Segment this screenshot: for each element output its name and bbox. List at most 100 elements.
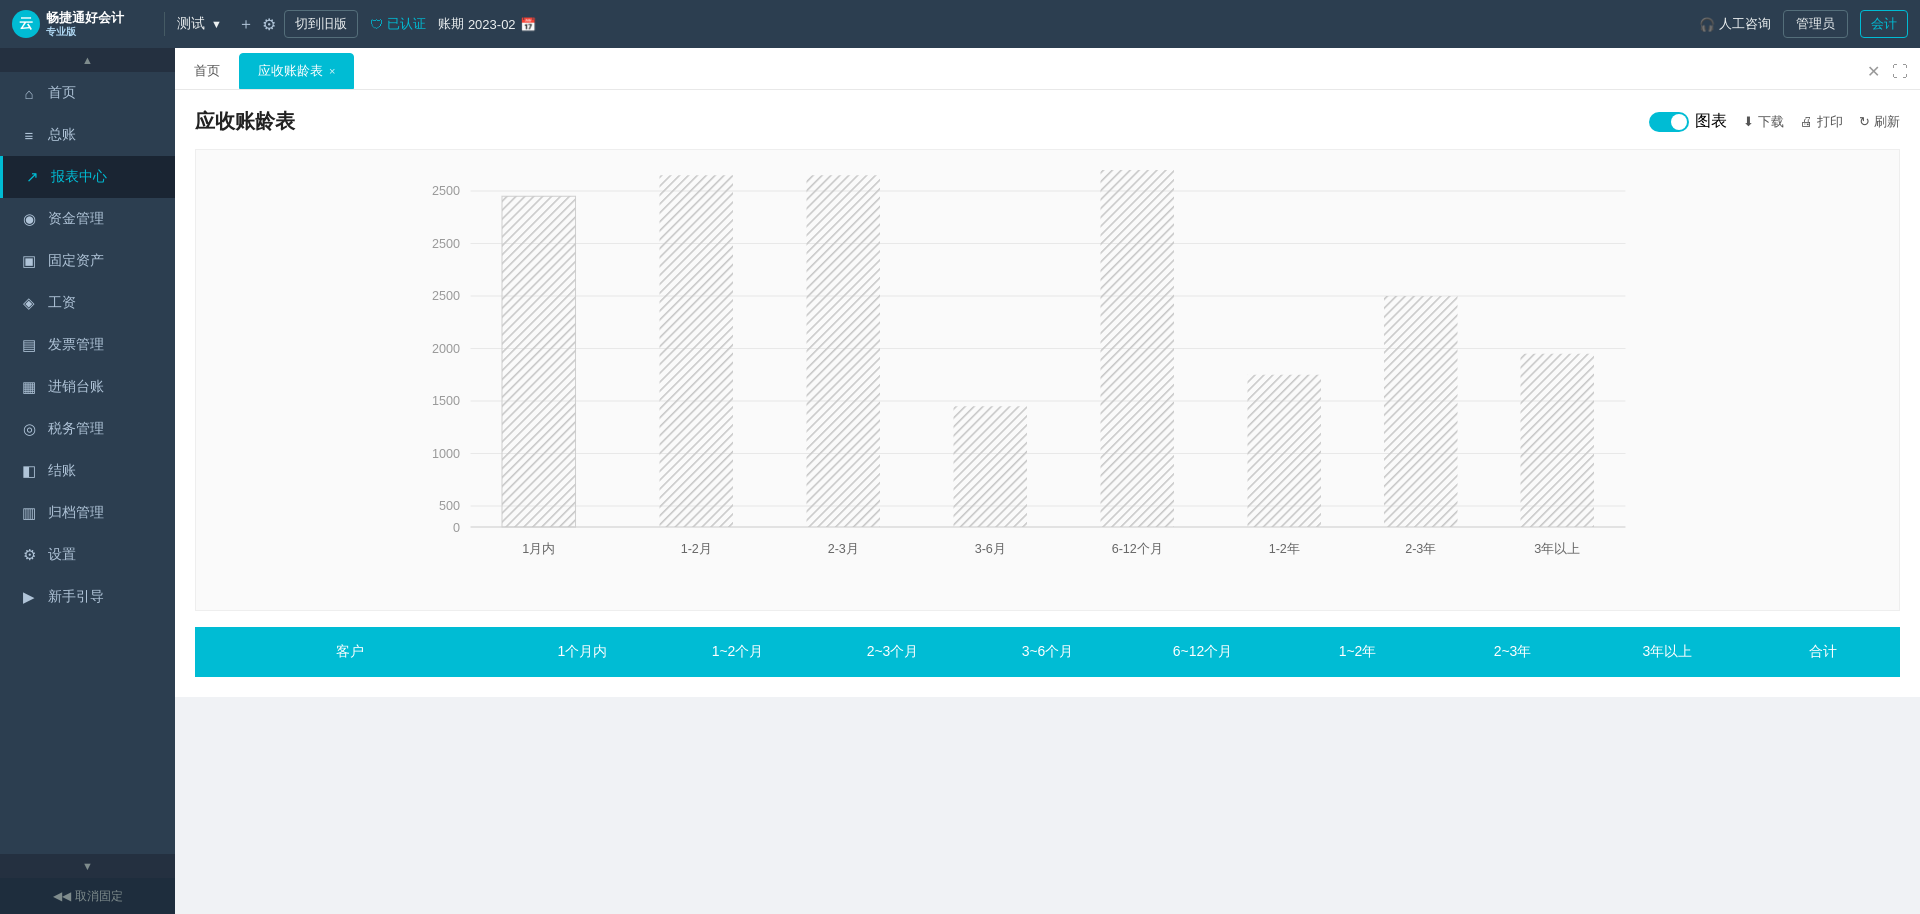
download-icon: ⬇: [1743, 114, 1754, 129]
tax-icon: ◎: [20, 420, 38, 438]
bar-chart: 2500 2500 2500 2000 1500 1000 500 0: [216, 170, 1859, 590]
refresh-button[interactable]: ↻ 刷新: [1859, 113, 1900, 131]
sidebar-item-reports[interactable]: ↗ 报表中心: [0, 156, 175, 198]
project-dropdown-icon: ▼: [211, 18, 222, 30]
download-button[interactable]: ⬇ 下载: [1743, 113, 1784, 131]
tab-receivable-aging[interactable]: 应收账龄表 ×: [239, 53, 354, 89]
sidebar-item-close[interactable]: ◧ 结账: [0, 450, 175, 492]
svg-text:500: 500: [439, 499, 460, 513]
print-label: 打印: [1817, 113, 1843, 131]
project-name: 测试: [177, 15, 205, 33]
download-label: 下载: [1758, 113, 1784, 131]
tab-bar-right: ✕ ⛶: [1863, 58, 1920, 89]
topbar-actions: ＋ ⚙ 切到旧版: [238, 10, 358, 38]
salary-icon: ◈: [20, 294, 38, 312]
sidebar-item-tax[interactable]: ◎ 税务管理: [0, 408, 175, 450]
table-header-2-3y: 2~3年: [1435, 627, 1590, 677]
tab-close-icon[interactable]: ×: [329, 65, 335, 77]
sidebar-item-archive-label: 归档管理: [48, 504, 104, 522]
settings-icon[interactable]: ⚙: [262, 15, 276, 34]
ledger-icon: ≡: [20, 127, 38, 144]
sidebar-item-assets[interactable]: ▣ 固定资产: [0, 240, 175, 282]
tab-home-label: 首页: [194, 62, 220, 80]
svg-text:3-6月: 3-6月: [975, 542, 1006, 556]
guide-icon: ▶: [20, 588, 38, 606]
settings-sidebar-icon: ⚙: [20, 546, 38, 564]
main-layout: ▲ ⌂ 首页 ≡ 总账 ↗ 报表中心 ◉ 资金管理 ▣ 固定资产: [0, 48, 1920, 914]
svg-text:3年以上: 3年以上: [1534, 542, 1580, 556]
period-value: 2023-02: [468, 17, 516, 32]
tab-home[interactable]: 首页: [175, 53, 239, 89]
sidebar-item-sales-label: 进销台账: [48, 378, 104, 396]
sidebar-scroll-down[interactable]: ▼: [0, 854, 175, 878]
sidebar-item-settings[interactable]: ⚙ 设置: [0, 534, 175, 576]
sidebar-item-finance[interactable]: ◉ 资金管理: [0, 198, 175, 240]
consult-button[interactable]: 🎧 人工咨询: [1699, 15, 1771, 33]
table-header-1m: 1个月内: [505, 627, 660, 677]
svg-text:6-12个月: 6-12个月: [1112, 542, 1163, 556]
refresh-label: 刷新: [1874, 113, 1900, 131]
table-header-6-12m: 6~12个月: [1125, 627, 1280, 677]
sidebar-scroll-up[interactable]: ▲: [0, 48, 175, 72]
sidebar-item-ledger[interactable]: ≡ 总账: [0, 114, 175, 156]
sidebar-pin-bar[interactable]: ◀◀ 取消固定: [0, 878, 175, 914]
add-button[interactable]: ＋: [238, 14, 254, 35]
sidebar-item-sales[interactable]: ▦ 进销台账: [0, 366, 175, 408]
pin-icon: ◀◀: [53, 889, 71, 903]
sales-icon: ▦: [20, 378, 38, 396]
table-header-1-2m: 1~2个月: [660, 627, 815, 677]
svg-text:2000: 2000: [432, 342, 460, 356]
svg-text:1-2年: 1-2年: [1269, 542, 1300, 556]
bar-7: [1384, 296, 1458, 527]
bar-4: [954, 406, 1028, 527]
report-title: 应收账龄表: [195, 108, 295, 135]
reports-icon: ↗: [23, 168, 41, 186]
certified-badge: 🛡 已认证: [370, 15, 426, 33]
chart-toggle-switch[interactable]: [1649, 112, 1689, 132]
sidebar-item-home[interactable]: ⌂ 首页: [0, 72, 175, 114]
invoice-icon: ▤: [20, 336, 38, 354]
sidebar-item-finance-label: 资金管理: [48, 210, 104, 228]
role-button[interactable]: 会计: [1860, 10, 1908, 38]
table-header-client: 客户: [195, 627, 505, 677]
logo-main: 畅捷通好会计: [46, 10, 124, 26]
shield-icon: 🛡: [370, 17, 383, 32]
logo-text: 畅捷通好会计 专业版: [46, 10, 124, 38]
chart-area: 2500 2500 2500 2000 1500 1000 500 0: [195, 149, 1900, 611]
sidebar-scroll: ⌂ 首页 ≡ 总账 ↗ 报表中心 ◉ 资金管理 ▣ 固定资产 ◈ 工资: [0, 72, 175, 854]
print-button[interactable]: 🖨 打印: [1800, 113, 1843, 131]
chart-toggle: 图表: [1649, 111, 1727, 132]
svg-text:1500: 1500: [432, 394, 460, 408]
archive-icon: ▥: [20, 504, 38, 522]
table-header: 客户 1个月内 1~2个月 2~3个月 3~6个月 6~12个月 1~2年 2~…: [195, 627, 1900, 677]
user-button[interactable]: 管理员: [1783, 10, 1848, 38]
app-logo: 云 畅捷通好会计 专业版: [12, 10, 152, 38]
svg-text:1-2月: 1-2月: [681, 542, 712, 556]
sidebar-item-invoice-label: 发票管理: [48, 336, 104, 354]
topbar-divider: [164, 12, 165, 36]
logo-icon: 云: [12, 10, 40, 38]
sidebar-item-archive[interactable]: ▥ 归档管理: [0, 492, 175, 534]
finance-icon: ◉: [20, 210, 38, 228]
sidebar-item-invoice[interactable]: ▤ 发票管理: [0, 324, 175, 366]
old-version-button[interactable]: 切到旧版: [284, 10, 358, 38]
tab-active-label: 应收账龄表: [258, 62, 323, 80]
tab-expand-icon[interactable]: ⛶: [1888, 59, 1912, 85]
sidebar-item-reports-label: 报表中心: [51, 168, 107, 186]
calendar-icon[interactable]: 📅: [520, 17, 536, 32]
report-actions: 图表 ⬇ 下载 🖨 打印 ↻ 刷新: [1649, 111, 1900, 132]
table-header-2-3m: 2~3个月: [815, 627, 970, 677]
svg-text:0: 0: [453, 521, 460, 535]
period-info: 账期 2023-02 📅: [438, 15, 536, 33]
table-header-3y-plus: 3年以上: [1590, 627, 1745, 677]
project-selector[interactable]: 测试 ▼: [177, 15, 222, 33]
close-period-icon: ◧: [20, 462, 38, 480]
tab-close-window-icon[interactable]: ✕: [1863, 58, 1884, 85]
sidebar-item-salary[interactable]: ◈ 工资: [0, 282, 175, 324]
logo-sub: 专业版: [46, 26, 124, 38]
sidebar-item-salary-label: 工资: [48, 294, 76, 312]
sidebar-item-guide[interactable]: ▶ 新手引导: [0, 576, 175, 618]
svg-text:2-3年: 2-3年: [1405, 542, 1436, 556]
period-label: 账期: [438, 15, 464, 33]
svg-text:1月内: 1月内: [522, 542, 555, 556]
